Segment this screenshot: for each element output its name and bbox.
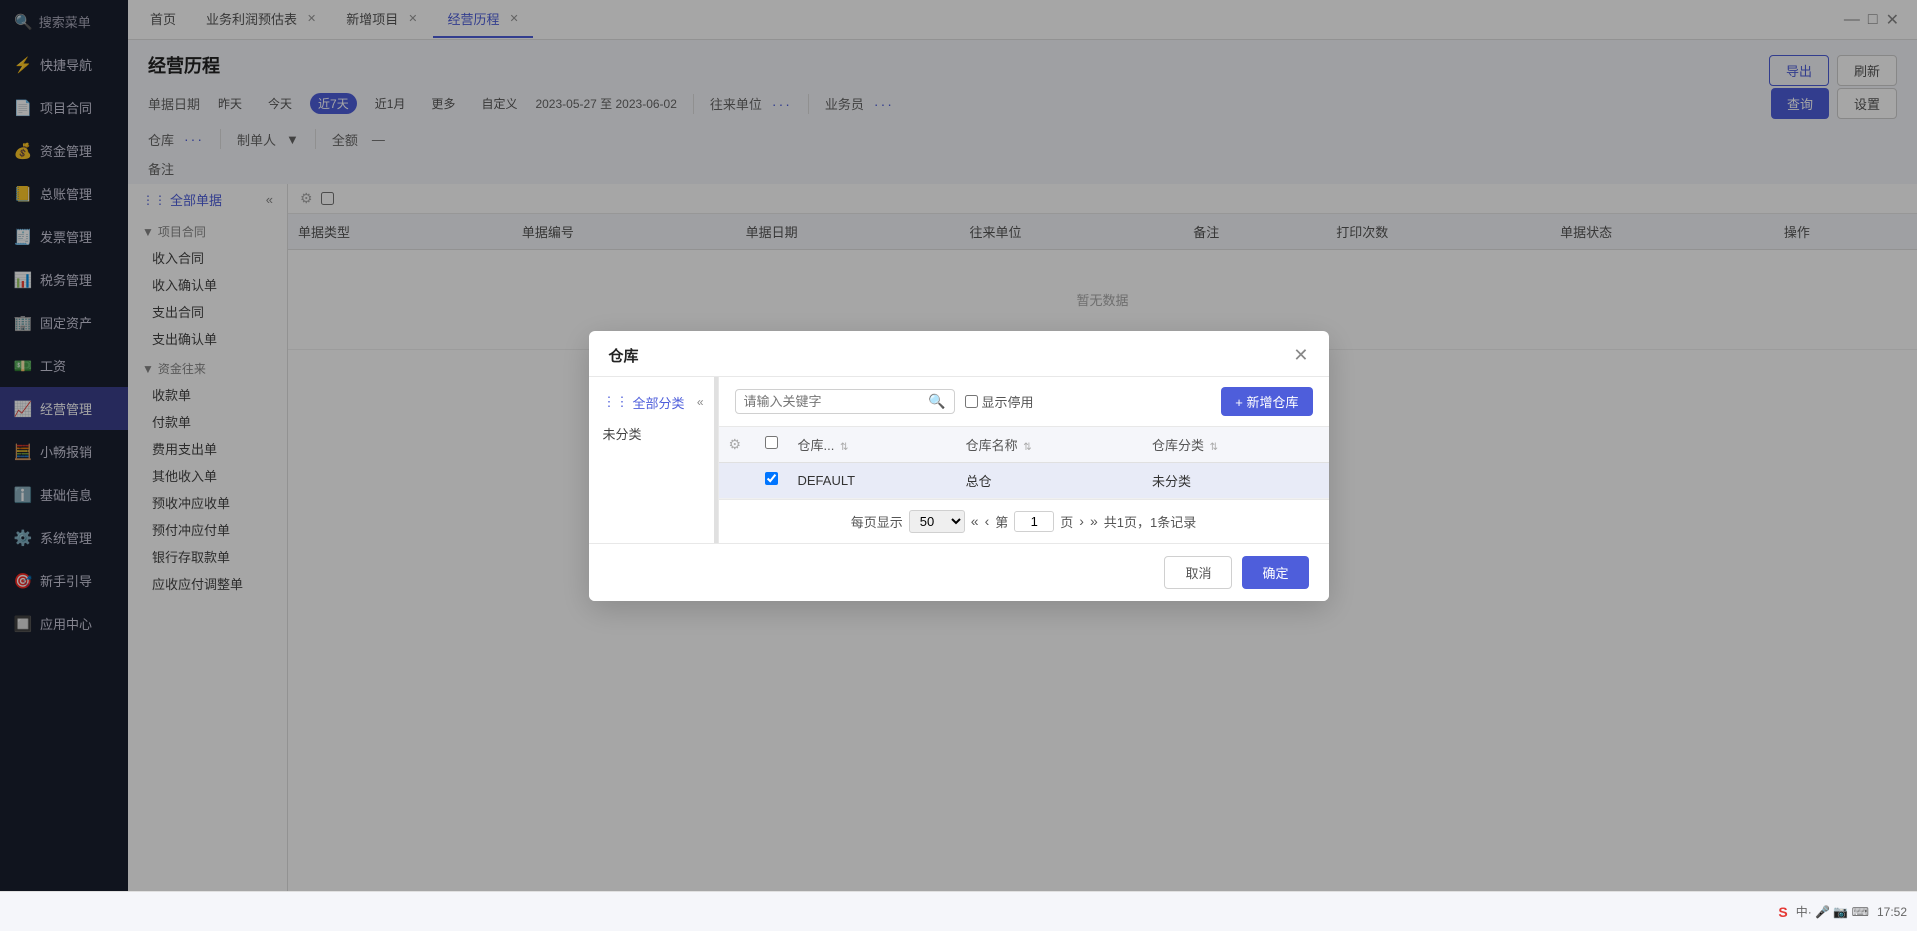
modal-left-scrollbar[interactable] [714, 377, 718, 543]
modal-overlay: 仓库 ✕ ⋮⋮ 全部分类 « 未分类 [0, 0, 1917, 931]
cancel-button[interactable]: 取消 [1164, 556, 1232, 589]
modal-next-btn[interactable]: › [1079, 513, 1084, 529]
row-name: 总仓 [956, 462, 1142, 498]
confirm-button[interactable]: 确定 [1242, 556, 1308, 589]
taskbar-brand: S [1778, 904, 1787, 920]
taskbar-icons: 中· 🎤 📷 ⌨ [1796, 903, 1869, 920]
modal-toolbar: 🔍 显示停用 + 新增仓库 [719, 377, 1329, 427]
modal-body: ⋮⋮ 全部分类 « 未分类 🔍 [589, 377, 1329, 543]
unclassified-label: 未分类 [603, 427, 642, 442]
modal-th-settings: ⚙ [719, 427, 755, 463]
taskbar: S 中· 🎤 📷 ⌨ 17:52 [0, 891, 1917, 931]
warehouse-modal: 仓库 ✕ ⋮⋮ 全部分类 « 未分类 [589, 331, 1329, 601]
all-categories-label: 全部分类 [633, 393, 685, 412]
row-category: 未分类 [1142, 462, 1328, 498]
modal-th-category: 仓库分类 ⇅ [1142, 427, 1328, 463]
modal-warehouse-table: ⚙ 仓库... ⇅ 仓库名称 [719, 427, 1329, 499]
row-checkbox [755, 462, 788, 498]
show-disabled-text: 显示停用 [982, 392, 1034, 411]
modal-left-collapse[interactable]: « [697, 395, 704, 409]
modal-pagination: 每页显示 50 100 « ‹ 第 页 › » 共1页，1条记录 [719, 499, 1329, 543]
taskbar-time: 17:52 [1877, 905, 1907, 919]
table-row[interactable]: DEFAULT 总仓 未分类 [719, 462, 1329, 498]
modal-page-prefix: 第 [995, 512, 1008, 531]
modal-first-btn[interactable]: « [971, 513, 979, 529]
row-select-checkbox[interactable] [765, 472, 778, 485]
modal-th-name: 仓库名称 ⇅ [956, 427, 1142, 463]
modal-prev-btn[interactable]: ‹ [985, 513, 990, 529]
add-warehouse-btn[interactable]: + 新增仓库 [1221, 387, 1312, 416]
modal-last-btn[interactable]: » [1090, 513, 1098, 529]
modal-category-unclassified[interactable]: 未分类 [589, 418, 718, 449]
modal-per-page-select[interactable]: 50 100 [909, 510, 965, 533]
modal-footer: 取消 确定 [589, 543, 1329, 601]
modal-header: 仓库 ✕ [589, 331, 1329, 377]
modal-per-page-label: 每页显示 [851, 512, 903, 531]
name-sort-icon[interactable]: ⇅ [1023, 442, 1031, 453]
modal-right-panel: 🔍 显示停用 + 新增仓库 ⚙ [719, 377, 1329, 543]
modal-close-btn[interactable]: ✕ [1293, 346, 1308, 364]
categories-grid-icon: ⋮⋮ [603, 394, 629, 410]
modal-left-scroll: 未分类 [589, 418, 718, 449]
show-disabled-label[interactable]: 显示停用 [965, 392, 1034, 411]
modal-th-checkbox [755, 427, 788, 463]
code-sort-icon[interactable]: ⇅ [840, 442, 848, 453]
modal-total-info: 共1页，1条记录 [1104, 512, 1196, 531]
modal-all-categories[interactable]: ⋮⋮ 全部分类 « [589, 387, 718, 418]
row-settings [719, 462, 755, 498]
modal-search-input[interactable] [744, 394, 925, 409]
modal-th-code: 仓库... ⇅ [788, 427, 956, 463]
modal-left-panel: ⋮⋮ 全部分类 « 未分类 [589, 377, 719, 543]
modal-search-box: 🔍 [735, 389, 955, 414]
category-sort-icon[interactable]: ⇅ [1210, 442, 1218, 453]
modal-select-all[interactable] [765, 436, 778, 449]
modal-title: 仓库 [609, 345, 639, 366]
col-settings-icon[interactable]: ⚙ [729, 436, 742, 452]
show-disabled-checkbox[interactable] [965, 395, 978, 408]
modal-search-icon: 🔍 [928, 393, 945, 410]
modal-table-wrap: ⚙ 仓库... ⇅ 仓库名称 [719, 427, 1329, 499]
modal-page-input[interactable] [1014, 511, 1054, 532]
row-code: DEFAULT [788, 462, 956, 498]
modal-page-suffix: 页 [1060, 512, 1073, 531]
